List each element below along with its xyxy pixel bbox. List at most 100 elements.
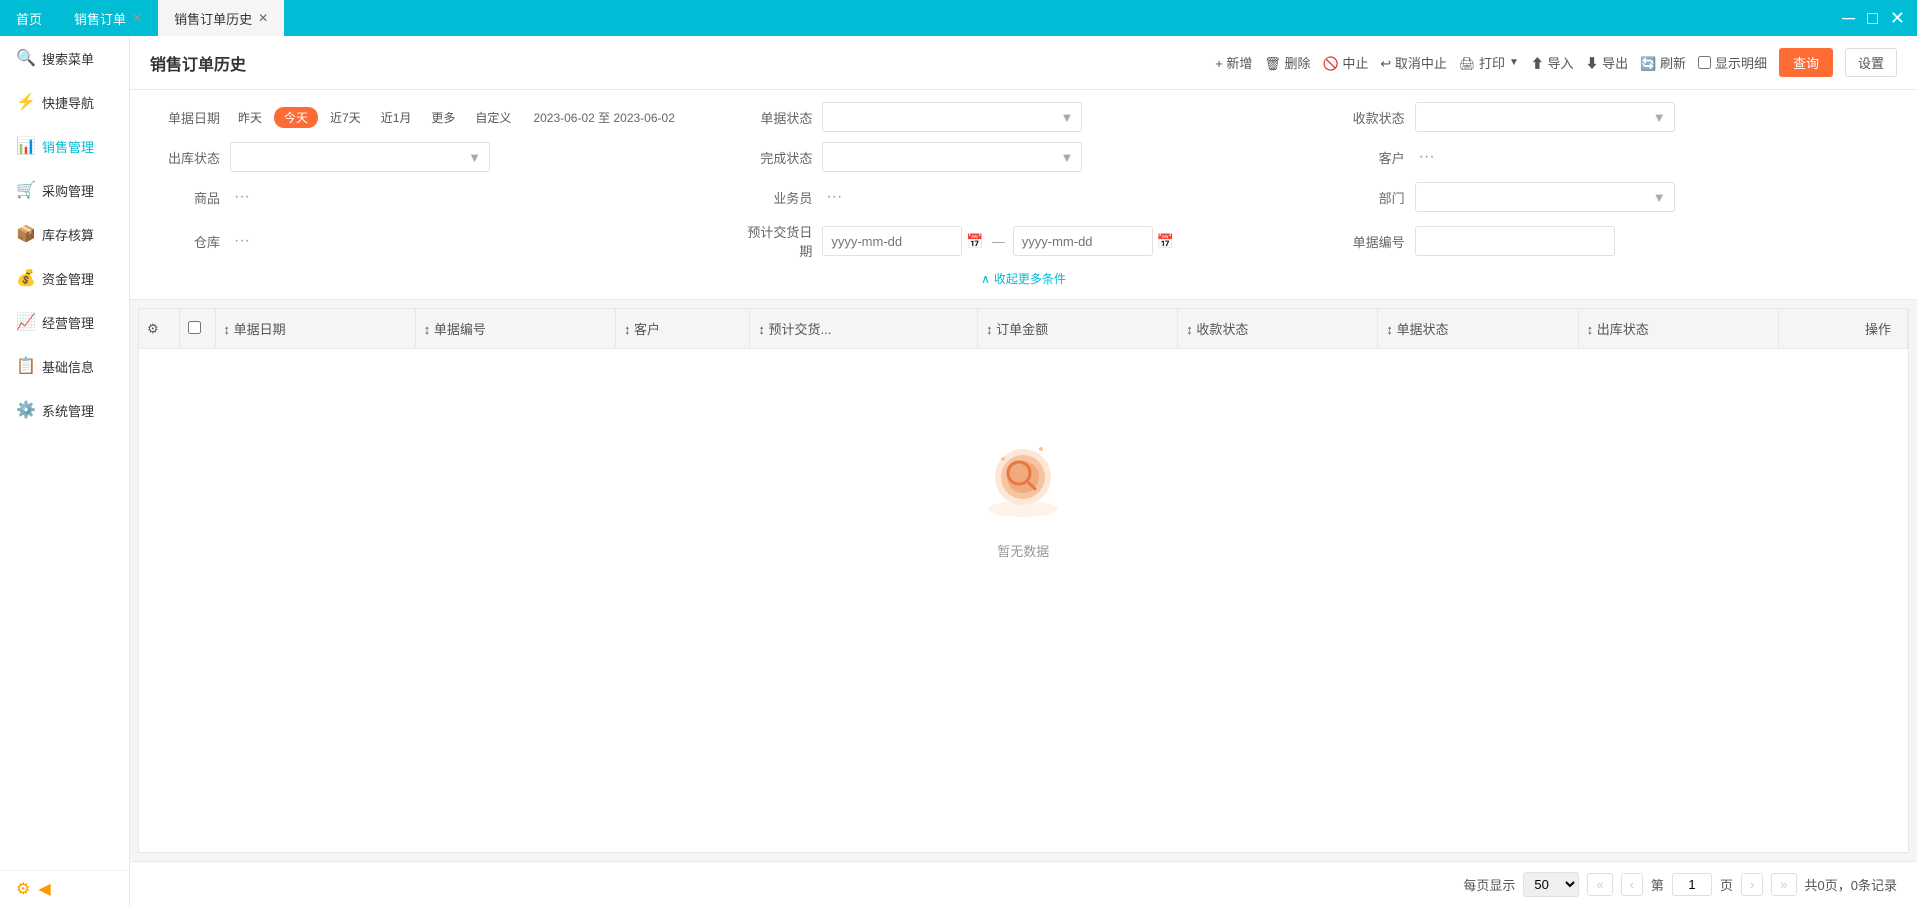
- th-check[interactable]: [179, 309, 215, 349]
- salesperson-label: 业务员: [742, 188, 822, 207]
- customer-control: ···: [1415, 148, 1897, 166]
- date-custom-btn[interactable]: 自定义: [467, 107, 519, 128]
- filter-row-2: 出库状态 ▼ 完成状态 ▼ 客户: [150, 142, 1897, 172]
- sidebar-sales-mgmt-label: 销售管理: [42, 137, 94, 156]
- expected-delivery-end[interactable]: [1013, 226, 1153, 256]
- show-detail-checkbox[interactable]: [1698, 56, 1711, 69]
- query-button[interactable]: 查询: [1779, 48, 1833, 77]
- sidebar-item-sales-mgmt[interactable]: 📊 销售管理: [0, 124, 129, 168]
- sidebar-item-quick-nav[interactable]: ⚡ 快捷导航: [0, 80, 129, 124]
- calendar-end-icon[interactable]: 📅: [1157, 233, 1174, 250]
- calendar-start-icon[interactable]: 📅: [966, 233, 983, 250]
- payment-status-dropdown-icon: ▼: [1653, 110, 1666, 125]
- sidebar-item-purchase-mgmt[interactable]: 🛒 采购管理: [0, 168, 129, 212]
- minimize-icon[interactable]: ─: [1838, 8, 1859, 29]
- tab-home[interactable]: 首页: [0, 0, 58, 36]
- sidebar-search-menu-label: 搜索菜单: [42, 49, 94, 68]
- collapse-row[interactable]: ∧ 收起更多条件: [150, 270, 1897, 287]
- outbound-status-select[interactable]: ▼: [230, 142, 490, 172]
- print-button[interactable]: 🖨 打印 ▼: [1459, 53, 1519, 72]
- warehouse-ellipsis[interactable]: ···: [230, 232, 254, 250]
- expected-delivery-date-group: 📅 — 📅: [822, 226, 1174, 256]
- date-more-btn[interactable]: 更多: [423, 107, 463, 128]
- sidebar-quick-nav-label: 快捷导航: [42, 93, 94, 112]
- outbound-status-control: ▼: [230, 142, 712, 172]
- cancel-stop-button[interactable]: ↩ 取消中止: [1380, 53, 1447, 72]
- order-status-select[interactable]: ▼: [822, 102, 1082, 132]
- sidebar-item-finance[interactable]: 💰 资金管理: [0, 256, 129, 300]
- sidebar-item-search-menu[interactable]: 🔍 搜索菜单: [0, 36, 129, 80]
- operations-icon: 📈: [16, 312, 34, 332]
- close-icon[interactable]: ✕: [1886, 8, 1909, 29]
- date-yesterday-btn[interactable]: 昨天: [230, 107, 270, 128]
- date-1month-btn[interactable]: 近1月: [373, 107, 420, 128]
- filter-row-3: 商品 ··· 业务员 ··· 部门 ▼: [150, 182, 1897, 212]
- th-expected-delivery[interactable]: ↕ 预计交货...: [750, 309, 978, 349]
- collapse-arrow-icon: ∧: [981, 272, 990, 286]
- th-expected-delivery-label: ↕ 预计交货...: [758, 322, 831, 337]
- th-amount[interactable]: ↕ 订单金额: [977, 309, 1177, 349]
- top-tab-bar: 首页 销售订单 ✕ 销售订单历史 ✕ ─ □ ✕: [0, 0, 1917, 36]
- salesperson-ellipsis[interactable]: ···: [822, 188, 846, 206]
- date-7days-btn[interactable]: 近7天: [322, 107, 369, 128]
- th-order-status[interactable]: ↕ 单据状态: [1378, 309, 1578, 349]
- salesperson-control: ···: [822, 188, 1304, 206]
- delete-button[interactable]: 🗑 删除: [1264, 53, 1310, 72]
- import-button[interactable]: ⬆ 导入: [1531, 53, 1574, 72]
- new-button[interactable]: + 新增: [1215, 53, 1252, 72]
- tab-sales-order-history-close[interactable]: ✕: [258, 11, 268, 25]
- sidebar-item-operations[interactable]: 📈 经营管理: [0, 300, 129, 344]
- customer-ellipsis[interactable]: ···: [1415, 148, 1439, 166]
- expected-delivery-start[interactable]: [822, 226, 962, 256]
- tab-sales-order-close[interactable]: ✕: [132, 11, 142, 25]
- dept-dropdown-icon: ▼: [1653, 190, 1666, 205]
- order-status-label: 单据状态: [742, 108, 822, 127]
- new-label: + 新增: [1215, 53, 1252, 72]
- select-all-checkbox[interactable]: [188, 321, 201, 334]
- last-page-button[interactable]: »: [1771, 873, 1796, 896]
- page-size-select[interactable]: 50 10 20 100: [1523, 872, 1579, 897]
- dept-select[interactable]: ▼: [1415, 182, 1675, 212]
- th-payment-status-label: ↕ 收款状态: [1186, 322, 1248, 337]
- sidebar-item-inventory[interactable]: 📦 库存核算: [0, 212, 129, 256]
- settings-bottom-icon[interactable]: ⚙: [16, 879, 30, 899]
- system-mgmt-icon: ⚙️: [16, 400, 34, 420]
- tab-sales-order[interactable]: 销售订单 ✕: [58, 0, 158, 36]
- th-payment-status[interactable]: ↕ 收款状态: [1178, 309, 1378, 349]
- completion-status-select[interactable]: ▼: [822, 142, 1082, 172]
- show-detail-checkbox-group[interactable]: 显示明细: [1698, 53, 1767, 72]
- sidebar-item-system-mgmt[interactable]: ⚙️ 系统管理: [0, 388, 129, 432]
- next-page-button[interactable]: ›: [1741, 873, 1763, 896]
- expected-delivery-control: 📅 — 📅: [822, 226, 1304, 256]
- th-customer[interactable]: ↕ 客户: [615, 309, 749, 349]
- th-order-no-label: ↕ 单据编号: [424, 322, 486, 337]
- th-order-no[interactable]: ↕ 单据编号: [415, 309, 615, 349]
- first-page-button[interactable]: «: [1587, 873, 1612, 896]
- page-number-input[interactable]: [1672, 873, 1712, 896]
- th-outbound-status[interactable]: ↕ 出库状态: [1578, 309, 1778, 349]
- order-status-control: ▼: [822, 102, 1304, 132]
- tab-sales-order-history-label: 销售订单历史: [174, 9, 252, 28]
- th-gear[interactable]: ⚙: [139, 309, 179, 349]
- th-date[interactable]: ↕ 单据日期: [215, 309, 415, 349]
- date-range-display: 2023-06-02 至 2023-06-02: [533, 109, 674, 126]
- prev-page-button[interactable]: ‹: [1621, 873, 1643, 896]
- refresh-button[interactable]: 🔄 刷新: [1640, 53, 1686, 72]
- collapse-sidebar-icon[interactable]: ◀: [38, 879, 50, 899]
- stop-button[interactable]: 🚫 中止: [1323, 53, 1369, 72]
- settings-button[interactable]: 设置: [1845, 48, 1897, 77]
- pagination-bar: 每页显示 50 10 20 100 « ‹ 第 页 › » 共0页，0条记录: [130, 861, 1917, 907]
- payment-status-select[interactable]: ▼: [1415, 102, 1675, 132]
- th-outbound-status-label: ↕ 出库状态: [1587, 322, 1649, 337]
- sidebar-item-basic-info[interactable]: 📋 基础信息: [0, 344, 129, 388]
- show-detail-label: 显示明细: [1715, 53, 1767, 72]
- date-today-btn[interactable]: 今天: [274, 107, 318, 128]
- table-body: 暂无数据: [139, 349, 1908, 641]
- warehouse-control: ···: [230, 232, 712, 250]
- maximize-icon[interactable]: □: [1863, 8, 1882, 29]
- order-no-input[interactable]: [1415, 226, 1615, 256]
- product-ellipsis[interactable]: ···: [230, 188, 254, 206]
- empty-state-icon: [973, 429, 1073, 529]
- tab-sales-order-history[interactable]: 销售订单历史 ✕: [158, 0, 284, 36]
- export-button[interactable]: ⬇ 导出: [1586, 53, 1629, 72]
